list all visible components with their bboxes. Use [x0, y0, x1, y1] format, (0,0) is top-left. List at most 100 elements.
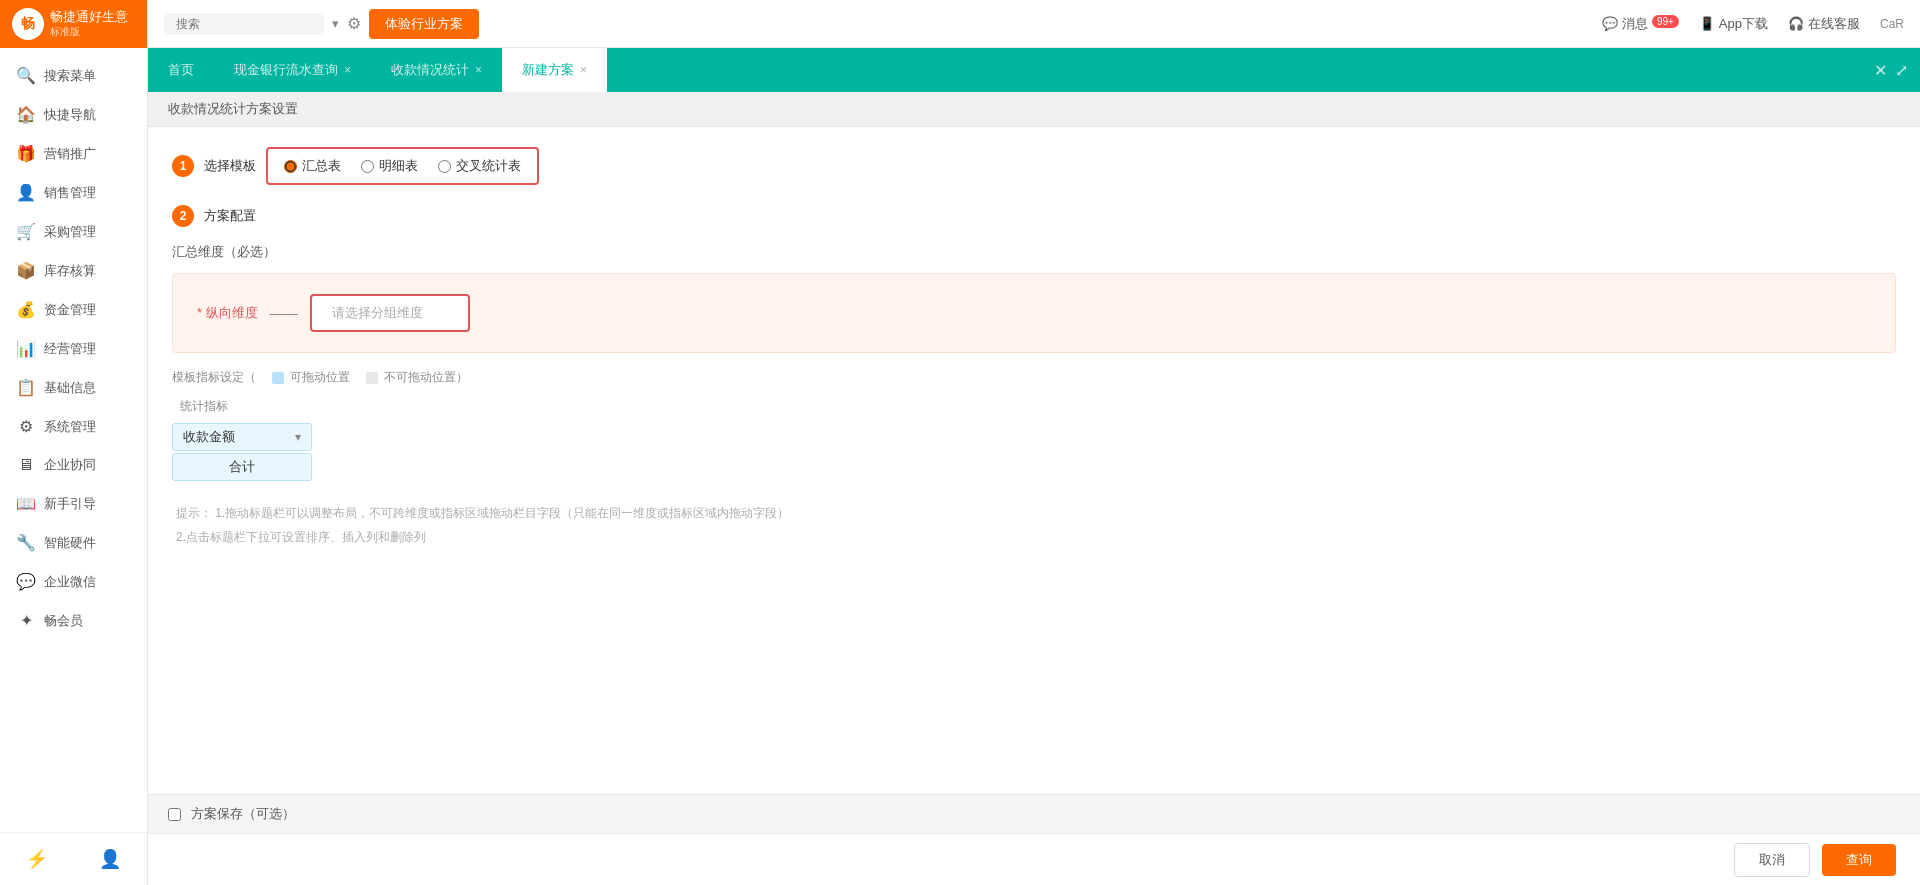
tab-receipt-stats[interactable]: 收款情况统计 × [371, 48, 502, 92]
tabbar-actions: ✕ ⤢ [1874, 61, 1920, 80]
metrics-total: 合计 [172, 453, 312, 481]
footer-bar: 方案保存（可选） [148, 794, 1920, 833]
sidebar-item-label: 畅会员 [44, 612, 83, 630]
sidebar-item-operation[interactable]: 📊经营管理 [0, 329, 147, 368]
dimension-area: * 纵向维度 —— 请选择分组维度 [172, 273, 1896, 353]
sidebar-item-guide[interactable]: 📖新手引导 [0, 484, 147, 523]
metrics-col-header: 统计指标 [172, 394, 332, 419]
username: CaR [1880, 17, 1904, 31]
dimension-select-placeholder: 请选择分组维度 [332, 305, 423, 320]
gear-icon[interactable]: ⚙ [347, 14, 361, 33]
member-icon: ✦ [16, 611, 36, 630]
notification-item[interactable]: 💬 消息 99+ [1602, 15, 1679, 33]
notification-badge: 99+ [1652, 15, 1679, 28]
radio-cross[interactable]: 交叉统计表 [438, 157, 521, 175]
tab-bank-flow-close[interactable]: × [344, 63, 351, 77]
sidebar-item-sales[interactable]: 👤销售管理 [0, 173, 147, 212]
sidebar-bottom: ⚡ 👤 [0, 832, 147, 885]
sidebar-item-label: 企业协同 [44, 456, 96, 474]
sidebar-item-wechat[interactable]: 💬企业微信 [0, 562, 147, 601]
service-item[interactable]: 🎧 在线客服 [1788, 15, 1860, 33]
radio-summary-input[interactable] [284, 160, 297, 173]
expand-icon[interactable]: ⤢ [1895, 61, 1908, 80]
step2-header: 2 方案配置 [172, 205, 1896, 227]
sidebar-item-label: 营销推广 [44, 145, 96, 163]
trial-button[interactable]: 体验行业方案 [369, 9, 479, 39]
sidebar-bottom-icon-1[interactable]: ⚡ [19, 841, 55, 877]
quick-nav-icon: 🏠 [16, 105, 36, 124]
sidebar-item-system[interactable]: ⚙系统管理 [0, 407, 147, 446]
step2-title: 方案配置 [204, 207, 256, 225]
sidebar-item-label: 库存核算 [44, 262, 96, 280]
non-draggable-label: 不可拖动位置） [384, 369, 468, 386]
arrow-icon: —— [270, 305, 298, 321]
tab-home[interactable]: 首页 [148, 48, 214, 92]
download-icon: 📱 [1699, 16, 1715, 31]
tip-line2: 2.点击标题栏下拉可设置排序、插入列和删除列 [176, 525, 1892, 549]
sidebar-item-purchase[interactable]: 🛒采购管理 [0, 212, 147, 251]
sidebar-item-label: 搜索菜单 [44, 67, 96, 85]
tip-line1: 提示： 1.拖动标题栏可以调整布局，不可跨维度或指标区域拖动栏目字段（只能在同一… [176, 501, 1892, 525]
search-input[interactable] [164, 13, 324, 35]
radio-cross-input[interactable] [438, 160, 451, 173]
draggable-dot [272, 372, 284, 384]
operation-icon: 📊 [16, 339, 36, 358]
sidebar-item-label: 快捷导航 [44, 106, 96, 124]
cancel-button[interactable]: 取消 [1734, 843, 1810, 877]
sidebar-item-marketing[interactable]: 🎁营销推广 [0, 134, 147, 173]
sidebar-item-search-menu[interactable]: 🔍 搜索菜单 [0, 56, 147, 95]
save-plan-checkbox[interactable] [168, 808, 181, 821]
sidebar-bottom-icon-2[interactable]: 👤 [92, 841, 128, 877]
tab-receipt-stats-label: 收款情况统计 [391, 61, 469, 79]
header-right: 💬 消息 99+ 📱 App下载 🎧 在线客服 CaR [1602, 15, 1904, 33]
template-radio-group: 汇总表 明细表 交叉统计表 [266, 147, 539, 185]
tab-new-plan-close[interactable]: × [580, 63, 587, 77]
dimension-select[interactable]: 请选择分组维度 [310, 294, 470, 332]
tab-bank-flow[interactable]: 现金银行流水查询 × [214, 48, 371, 92]
logo-badge: 标准版 [50, 25, 128, 39]
save-plan-label: 方案保存（可选） [191, 805, 295, 823]
notification-label: 消息 [1622, 15, 1648, 33]
tab-receipt-stats-close[interactable]: × [475, 63, 482, 77]
step2-badge: 2 [172, 205, 194, 227]
hardware-icon: 🔧 [16, 533, 36, 552]
download-item[interactable]: 📱 App下载 [1699, 15, 1768, 33]
dropdown-icon[interactable]: ▾ [332, 16, 339, 31]
close-all-icon[interactable]: ✕ [1874, 61, 1887, 80]
query-button[interactable]: 查询 [1822, 844, 1896, 876]
radio-detail-label: 明细表 [379, 157, 418, 175]
service-label: 在线客服 [1808, 15, 1860, 33]
metrics-hint-bar: 模板指标设定（ 可拖动位置 不可拖动位置） [172, 369, 1896, 386]
sidebar-item-inventory[interactable]: 📦库存核算 [0, 251, 147, 290]
sidebar-item-hardware[interactable]: 🔧 智能硬件 [0, 523, 147, 562]
search-menu-icon: 🔍 [16, 66, 36, 85]
radio-detail-input[interactable] [361, 160, 374, 173]
step1-title: 选择模板 [204, 157, 256, 175]
dimension-section-title: 汇总维度（必选） [172, 243, 1896, 261]
non-draggable-hint: 不可拖动位置） [366, 369, 468, 386]
sidebar-item-member[interactable]: ✦ 畅会员 [0, 601, 147, 640]
system-icon: ⚙ [16, 417, 36, 436]
radio-summary[interactable]: 汇总表 [284, 157, 341, 175]
service-icon: 🎧 [1788, 16, 1804, 31]
sidebar-item-capital[interactable]: 💰资金管理 [0, 290, 147, 329]
sidebar-item-label: 资金管理 [44, 301, 96, 319]
bottom-action-bar: 取消 查询 [148, 833, 1920, 885]
metrics-tag-label: 收款金额 [183, 428, 235, 446]
sidebar-item-basic-info[interactable]: 📋基础信息 [0, 368, 147, 407]
vertical-dimension-label: * 纵向维度 [197, 304, 258, 322]
sidebar-item-label: 智能硬件 [44, 534, 96, 552]
basic-info-icon: 📋 [16, 378, 36, 397]
main-area: ▾ ⚙ 体验行业方案 💬 消息 99+ 📱 App下载 🎧 在线客服 CaR 首… [148, 0, 1920, 885]
sidebar-item-quick-nav[interactable]: 🏠 快捷导航 [0, 95, 147, 134]
metrics-section: 模板指标设定（ 可拖动位置 不可拖动位置） [172, 369, 1896, 481]
metrics-tag-amount[interactable]: 收款金额 ▾ [172, 423, 312, 451]
tab-new-plan[interactable]: 新建方案 × [502, 48, 607, 92]
draggable-label: 可拖动位置 [290, 369, 350, 386]
sidebar-item-enterprise[interactable]: 🖥企业协同 [0, 446, 147, 484]
radio-detail[interactable]: 明细表 [361, 157, 418, 175]
content-area: 收款情况统计方案设置 1 选择模板 汇总表 明细表 [148, 92, 1920, 833]
radio-cross-label: 交叉统计表 [456, 157, 521, 175]
metrics-tag-dropdown-icon[interactable]: ▾ [295, 430, 301, 444]
sidebar: 畅 畅捷通好生意 标准版 🔍搜索菜单 🏠快捷导航 🎁营销推广 👤销售管理 🛒采购… [0, 0, 148, 885]
